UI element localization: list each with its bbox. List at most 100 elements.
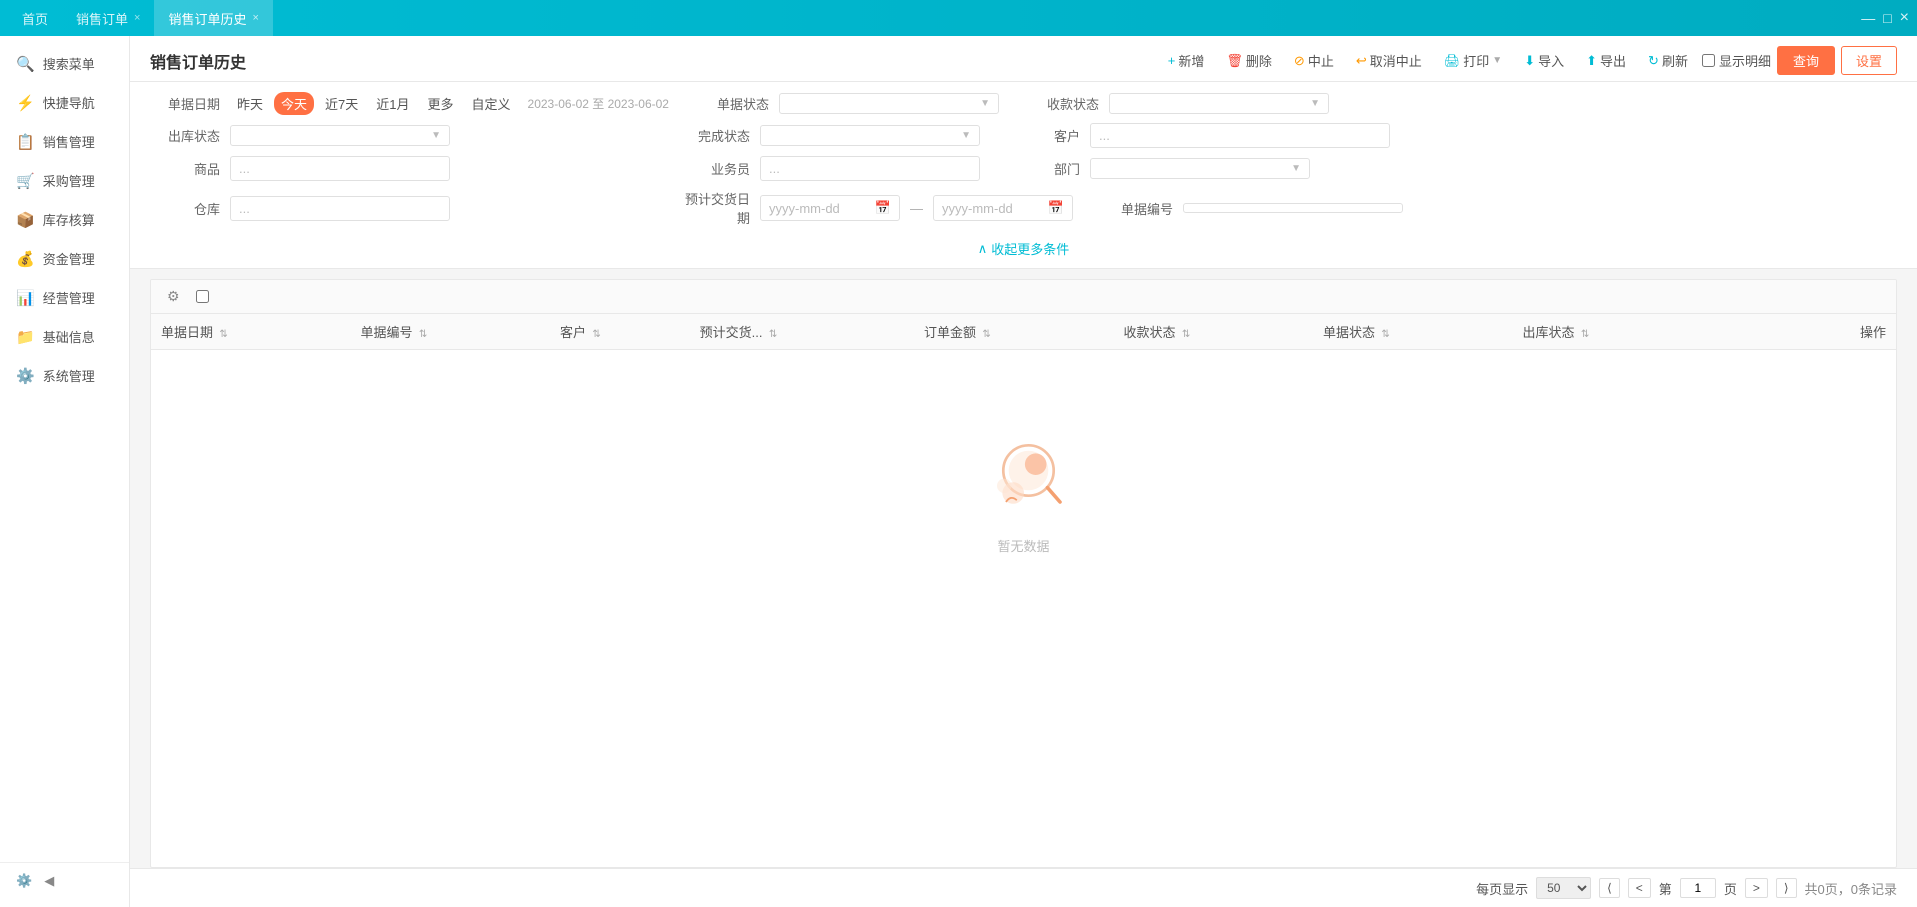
sidebar-collapse-icon[interactable]: ◀ (44, 873, 54, 889)
delete-button[interactable]: 🗑 删除 (1218, 47, 1280, 74)
print-icon: 🖨 (1444, 53, 1461, 69)
collapse-bar[interactable]: ∧ 收起更多条件 (150, 235, 1897, 258)
complete-status-control: ▼ (760, 125, 980, 146)
page-header: 销售订单历史 + 新增 🗑 删除 ⊘ 中止 ↩ 取消中止 (130, 36, 1917, 82)
th-customer[interactable]: 客户 ⇅ (550, 314, 690, 350)
payment-status-select[interactable]: ▼ (1109, 93, 1329, 114)
export-button[interactable]: ⬆ 导出 (1578, 47, 1634, 74)
sort-doc-status-icon: ⇅ (1381, 329, 1389, 340)
prev-page-button[interactable]: < (1628, 878, 1651, 898)
shortcut-yesterday[interactable]: 昨天 (230, 92, 270, 115)
expected-delivery-label: 预计交货日期 (680, 189, 760, 227)
warehouse-placeholder: ... (239, 201, 250, 216)
salesperson-label: 业务员 (680, 159, 760, 178)
salesperson-input[interactable]: ... (760, 156, 980, 181)
pagination-bar: 每页显示 50 100 200 ⟨ < 第 1 页 > ⟩ 共0页，0条记录 (130, 868, 1917, 907)
select-all-checkbox[interactable] (196, 290, 209, 303)
cancel-stop-icon: ↩ (1356, 53, 1367, 69)
sidebar-item-sales-mgmt[interactable]: 📋 销售管理 (0, 122, 129, 161)
first-page-button[interactable]: ⟨ (1599, 878, 1620, 898)
print-button[interactable]: 🖨 打印 ▼ (1436, 47, 1510, 74)
tab-sales-order-history-close[interactable]: × (252, 12, 258, 24)
cancel-stop-label: 取消中止 (1370, 51, 1422, 70)
export-label: 导出 (1600, 51, 1626, 70)
th-order-amount[interactable]: 订单金额 ⇅ (914, 314, 1113, 350)
sidebar-item-purchase-mgmt[interactable]: 🛒 采购管理 (0, 161, 129, 200)
shortcut-more[interactable]: 更多 (421, 92, 461, 115)
per-page-select[interactable]: 50 100 200 (1536, 877, 1591, 899)
th-payment-status[interactable]: 收款状态 ⇅ (1114, 314, 1313, 350)
customer-placeholder: ... (1099, 128, 1110, 143)
doc-number-input[interactable] (1183, 203, 1403, 213)
import-label: 导入 (1538, 51, 1564, 70)
sidebar-item-base-info[interactable]: 📁 基础信息 (0, 317, 129, 356)
import-button[interactable]: ⬇ 导入 (1516, 47, 1572, 74)
print-arrow-icon: ▼ (1492, 55, 1502, 66)
empty-state-illustration (979, 430, 1069, 520)
stop-button[interactable]: ⊘ 中止 (1286, 47, 1342, 74)
doc-status-select[interactable]: ▼ (779, 93, 999, 114)
page-label-before: 第 (1659, 879, 1672, 898)
th-doc-number[interactable]: 单据编号 ⇅ (350, 314, 549, 350)
table-area: ⚙ 单据日期 ⇅ 单据编号 ⇅ 客户 (150, 279, 1897, 868)
maximize-button[interactable]: □ (1883, 10, 1891, 26)
sidebar-item-inventory[interactable]: 📦 库存核算 (0, 200, 129, 239)
last-page-button[interactable]: ⟩ (1776, 878, 1797, 898)
base-info-icon: 📁 (16, 328, 35, 346)
sidebar-item-quick-nav[interactable]: ⚡ 快捷导航 (0, 83, 129, 122)
delivery-status-select[interactable]: ▼ (230, 125, 450, 146)
shortcut-today[interactable]: 今天 (274, 92, 314, 115)
th-delivery-status-label: 出库状态 (1522, 325, 1574, 340)
search-menu-icon: 🔍 (16, 55, 35, 73)
page-number-input[interactable]: 1 (1680, 878, 1716, 898)
payment-status-arrow-icon: ▼ (1310, 98, 1320, 109)
display-cols-checkbox[interactable] (1702, 54, 1715, 67)
settings-button[interactable]: 设置 (1841, 46, 1897, 75)
th-expected-delivery[interactable]: 预计交货... ⇅ (690, 314, 914, 350)
goods-placeholder: ... (239, 161, 250, 176)
goods-control: ... (230, 156, 650, 181)
sidebar-item-search-menu[interactable]: 🔍 搜索菜单 (0, 44, 129, 83)
refresh-button[interactable]: ↻ 刷新 (1640, 47, 1696, 74)
tab-sales-order-history[interactable]: 销售订单历史 × (154, 0, 272, 36)
customer-input[interactable]: ... (1090, 123, 1390, 148)
sidebar-item-capital-label: 资金管理 (43, 249, 95, 268)
th-doc-number-label: 单据编号 (360, 325, 412, 340)
shortcut-custom[interactable]: 自定义 (465, 92, 518, 115)
tab-sales-order[interactable]: 销售订单 × (62, 0, 154, 36)
tab-home[interactable]: 首页 (8, 0, 62, 36)
th-doc-status[interactable]: 单据状态 ⇅ (1313, 314, 1512, 350)
customer-control: ... (1090, 123, 1897, 148)
sidebar-item-quick-nav-label: 快捷导航 (43, 93, 95, 112)
query-button[interactable]: 查询 (1777, 46, 1835, 75)
cancel-stop-button[interactable]: ↩ 取消中止 (1348, 47, 1430, 74)
th-delivery-status[interactable]: 出库状态 ⇅ (1512, 314, 1711, 350)
sidebar-item-operations[interactable]: 📊 经营管理 (0, 278, 129, 317)
date-dash: — (904, 201, 929, 216)
sidebar-settings-icon[interactable]: ⚙️ (16, 873, 32, 889)
delivery-date-end[interactable]: yyyy-mm-dd 📅 (933, 195, 1073, 221)
date-control: 昨天 今天 近7天 近1月 更多 自定义 2023-06-02 至 2023-0… (230, 92, 669, 115)
export-icon: ⬆ (1586, 53, 1597, 69)
sidebar-item-sys-mgmt[interactable]: ⚙️ 系统管理 (0, 356, 129, 395)
shortcut-1month[interactable]: 近1月 (369, 92, 416, 115)
shortcut-7days[interactable]: 近7天 (318, 92, 365, 115)
new-button[interactable]: + 新增 (1160, 47, 1213, 74)
complete-status-select[interactable]: ▼ (760, 125, 980, 146)
topbar-tabs: 首页 销售订单 × 销售订单历史 × (8, 0, 1861, 36)
minimize-button[interactable]: — (1861, 10, 1875, 26)
dept-select[interactable]: ▼ (1090, 158, 1310, 179)
tab-sales-order-close[interactable]: × (134, 12, 140, 24)
close-window-button[interactable]: × (1900, 9, 1909, 27)
goods-input[interactable]: ... (230, 156, 450, 181)
th-doc-date[interactable]: 单据日期 ⇅ (151, 314, 350, 350)
th-actions: 操作 (1712, 314, 1896, 350)
warehouse-input[interactable]: ... (230, 196, 450, 221)
refresh-icon: ↻ (1648, 53, 1659, 69)
next-page-button[interactable]: > (1745, 878, 1768, 898)
sort-order-amount-icon: ⇅ (982, 329, 990, 340)
collapse-icon: ∧ (978, 241, 988, 257)
table-settings-icon[interactable]: ⚙ (161, 286, 186, 307)
sidebar-item-capital[interactable]: 💰 资金管理 (0, 239, 129, 278)
delivery-date-start[interactable]: yyyy-mm-dd 📅 (760, 195, 900, 221)
